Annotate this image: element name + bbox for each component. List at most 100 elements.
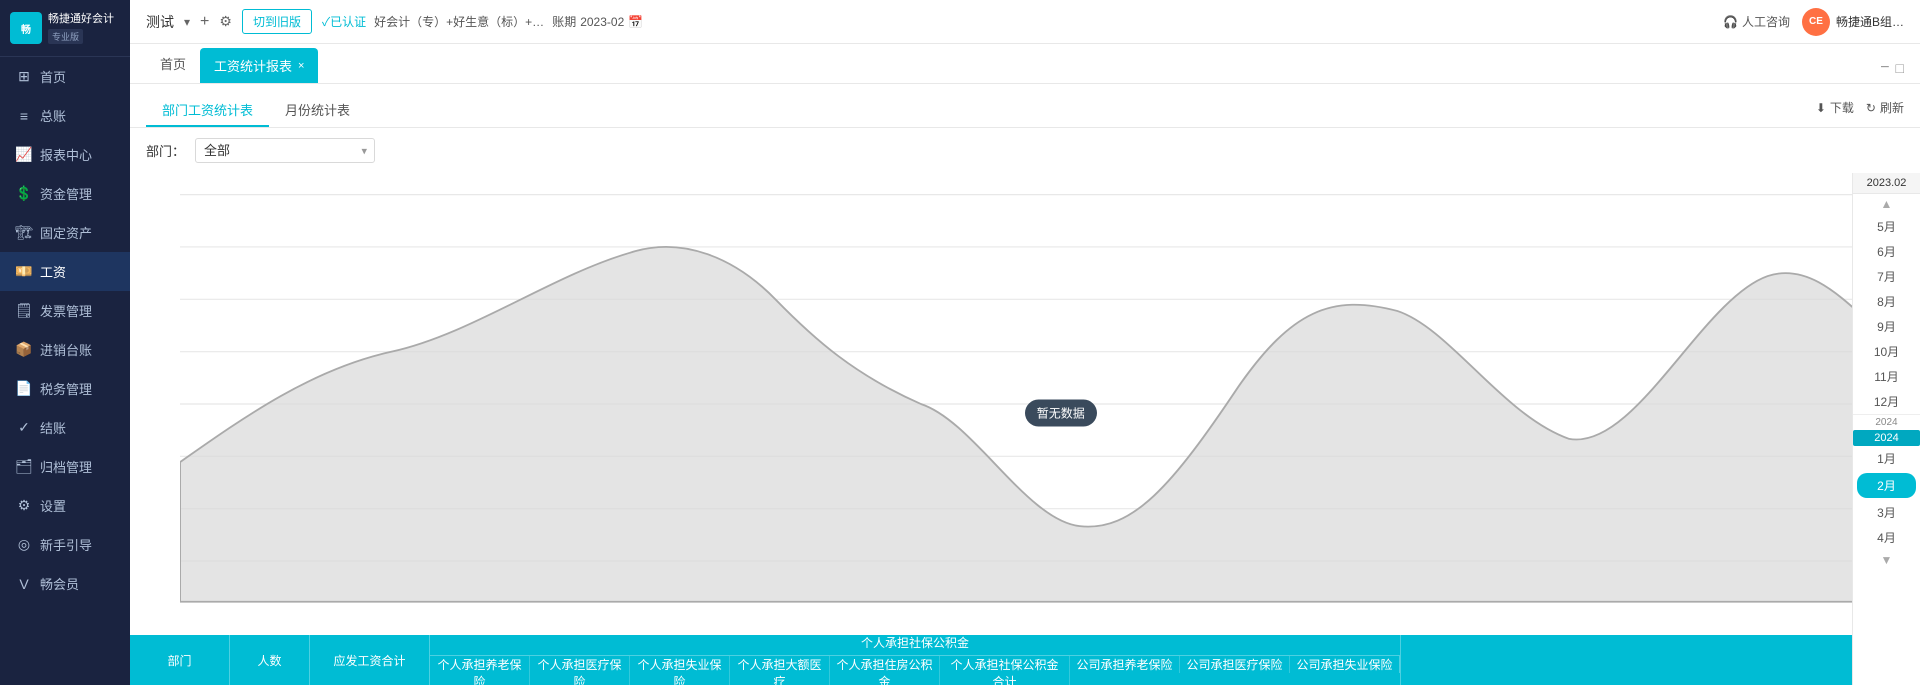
download-icon: ⬇: [1816, 101, 1826, 115]
sidebar-item-assets[interactable]: 🏗 固定资产: [0, 213, 130, 252]
sidebar-nav: ⊞ 首页 ≡ 总账 📈 报表中心 💲 资金管理 🏗 固定资产 💴 工资 🗒 发票…: [0, 57, 130, 685]
sidebar-item-label: 归档管理: [40, 457, 92, 476]
reports-icon: 📈: [16, 147, 32, 163]
topbar-right: 🎧 人工咨询 CE 畅捷通B组…: [1723, 8, 1904, 36]
sidebar-item-invoice[interactable]: 🗒 发票管理: [0, 291, 130, 330]
col-unemployment-personal: 个人承担失业保险: [630, 656, 730, 685]
sidebar-item-label: 发票管理: [40, 301, 92, 320]
chart-section: 350 300 250 200 150 100 50 0 暂无数据: [130, 173, 1920, 685]
guide-icon: ◎: [16, 537, 32, 553]
refresh-button[interactable]: ↻ 刷新: [1866, 99, 1904, 116]
date-panel-down-button[interactable]: ▼: [1878, 550, 1896, 570]
date-item-11[interactable]: 11月: [1853, 364, 1920, 389]
date-item-8[interactable]: 8月: [1853, 289, 1920, 314]
badges-text: 好会计（专）+好生意（标）+…: [374, 13, 544, 30]
home-icon: ⊞: [16, 69, 32, 85]
sidebar-item-checkout[interactable]: ✓ 结账: [0, 408, 130, 447]
sidebar-item-label: 结账: [40, 418, 66, 437]
sidebar-item-member[interactable]: V 畅会员: [0, 564, 130, 603]
switch-to-old-button[interactable]: 切到旧版: [242, 9, 312, 34]
content-body: 350 300 250 200 150 100 50 0 暂无数据: [130, 173, 1920, 685]
calendar-icon[interactable]: 📅: [628, 15, 643, 29]
group-header: 个人承担社保公积金: [430, 635, 1400, 656]
date-panel: 2023.02 ▲ 5月 6月 7月 8月 9月 10月 11月 12月 202…: [1852, 173, 1920, 685]
sidebar-item-label: 设置: [40, 496, 66, 515]
logo-area: 畅 畅捷通好会计 专业版: [0, 0, 130, 57]
subtab-monthly[interactable]: 月份统计表: [269, 94, 366, 127]
date-item-12[interactable]: 12月: [1853, 389, 1920, 414]
sidebar-item-label: 工资: [40, 262, 66, 281]
tabbar: 首页 工资统计报表 × − □: [130, 44, 1920, 84]
tab-home[interactable]: 首页: [146, 46, 200, 83]
sidebar-item-tax[interactable]: 📄 税务管理: [0, 369, 130, 408]
settings-icon: ⚙: [16, 498, 32, 514]
sales-icon: 📦: [16, 342, 32, 358]
tab-salary-report[interactable]: 工资统计报表 ×: [200, 48, 318, 83]
topbar-settings-icon[interactable]: ⚙: [219, 13, 232, 30]
avatar: CE: [1802, 8, 1830, 36]
col-pension-personal: 个人承担养老保险: [430, 656, 530, 685]
date-panel-up-button[interactable]: ▲: [1878, 194, 1896, 214]
sidebar-item-salary[interactable]: 💴 工资: [0, 252, 130, 291]
subtab-dept[interactable]: 部门工资统计表: [146, 94, 269, 127]
col-total-salary: 应发工资合计: [310, 635, 430, 685]
date-item-2-active[interactable]: 2月: [1857, 473, 1916, 498]
col-dept: 部门: [130, 635, 230, 685]
group-cols: 个人承担养老保险 个人承担医疗保险 个人承担失业保险 个人承担大额医疗 个人承担…: [430, 656, 1400, 685]
user-menu[interactable]: CE 畅捷通B组…: [1802, 8, 1904, 36]
download-button[interactable]: ⬇ 下载: [1816, 99, 1854, 116]
sidebar-item-archive[interactable]: 🗂 归档管理: [0, 447, 130, 486]
sidebar-item-ledger[interactable]: ≡ 总账: [0, 96, 130, 135]
invoice-icon: 🗒: [16, 303, 32, 319]
subtab-bar: 部门工资统计表 月份统计表 ⬇ 下载 ↻ 刷新: [130, 84, 1920, 128]
dept-filter-select[interactable]: 全部 行政部 财务部 销售部 技术部: [195, 138, 375, 163]
topbar-badges: ✓已认证 好会计（专）+好生意（标）+… 账期 2023-02 📅: [322, 13, 643, 30]
sidebar-item-label: 总账: [40, 106, 66, 125]
help-button[interactable]: 🎧 人工咨询: [1723, 13, 1790, 30]
sidebar-item-settings[interactable]: ⚙ 设置: [0, 486, 130, 525]
year-2024-label: 2024: [1853, 414, 1920, 430]
salary-chart: 350 300 250 200 150 100 50 0: [180, 183, 1900, 625]
minimize-button[interactable]: −: [1880, 59, 1889, 77]
assets-icon: 🏗: [16, 225, 32, 241]
table-footer: 部门 人数 应发工资合计 个人承担社保公积金 个人承担养老保险 个人承担医疗保险: [130, 635, 1920, 685]
date-item-9[interactable]: 9月: [1853, 314, 1920, 339]
date-item-1[interactable]: 1月: [1853, 446, 1920, 471]
tab-close-button[interactable]: ×: [298, 60, 304, 72]
logo-name: 畅捷通好会计: [48, 12, 114, 26]
col-headcount: 人数: [230, 635, 310, 685]
sidebar-item-label: 首页: [40, 67, 66, 86]
sidebar-item-label: 进销台账: [40, 340, 92, 359]
content-area: 部门工资统计表 月份统计表 ⬇ 下载 ↻ 刷新 部门： 全部: [130, 84, 1920, 685]
certified-badge: ✓已认证: [322, 13, 366, 30]
sidebar-item-funds[interactable]: 💲 资金管理: [0, 174, 130, 213]
date-item-5[interactable]: 5月: [1853, 214, 1920, 239]
social-security-group: 个人承担社保公积金 个人承担养老保险 个人承担医疗保险 个人承担失业保险 个人承…: [430, 635, 1401, 685]
date-item-4[interactable]: 4月: [1853, 525, 1920, 550]
sidebar-item-sales[interactable]: 📦 进销台账: [0, 330, 130, 369]
ledger-icon: ≡: [16, 108, 32, 124]
archive-icon: 🗂: [16, 459, 32, 475]
period-label: 账期 2023-02 📅: [552, 13, 643, 30]
refresh-icon: ↻: [1866, 101, 1876, 115]
funds-icon: 💲: [16, 186, 32, 202]
dept-filter-wrap: 全部 行政部 财务部 销售部 技术部: [195, 138, 375, 163]
sidebar-item-guide[interactable]: ◎ 新手引导: [0, 525, 130, 564]
sidebar-item-home[interactable]: ⊞ 首页: [0, 57, 130, 96]
main-area: 测试 ▾ + ⚙ 切到旧版 ✓已认证 好会计（专）+好生意（标）+… 账期 20…: [130, 0, 1920, 685]
sidebar-item-reports[interactable]: 📈 报表中心: [0, 135, 130, 174]
checkout-icon: ✓: [16, 420, 32, 436]
sidebar-item-label: 固定资产: [40, 223, 92, 242]
sidebar-item-label: 资金管理: [40, 184, 92, 203]
topbar-dropdown-arrow[interactable]: ▾: [184, 15, 190, 29]
topbar-add-button[interactable]: +: [200, 13, 209, 31]
date-item-3[interactable]: 3月: [1853, 500, 1920, 525]
salary-icon: 💴: [16, 264, 32, 280]
maximize-button[interactable]: □: [1896, 60, 1904, 76]
date-item-7[interactable]: 7月: [1853, 264, 1920, 289]
sidebar: 畅 畅捷通好会计 专业版 ⊞ 首页 ≡ 总账 📈 报表中心 💲 资金管理 🏗 固…: [0, 0, 130, 685]
date-item-10[interactable]: 10月: [1853, 339, 1920, 364]
tax-icon: 📄: [16, 381, 32, 397]
year-2024-active[interactable]: 2024: [1853, 430, 1920, 446]
date-item-6[interactable]: 6月: [1853, 239, 1920, 264]
